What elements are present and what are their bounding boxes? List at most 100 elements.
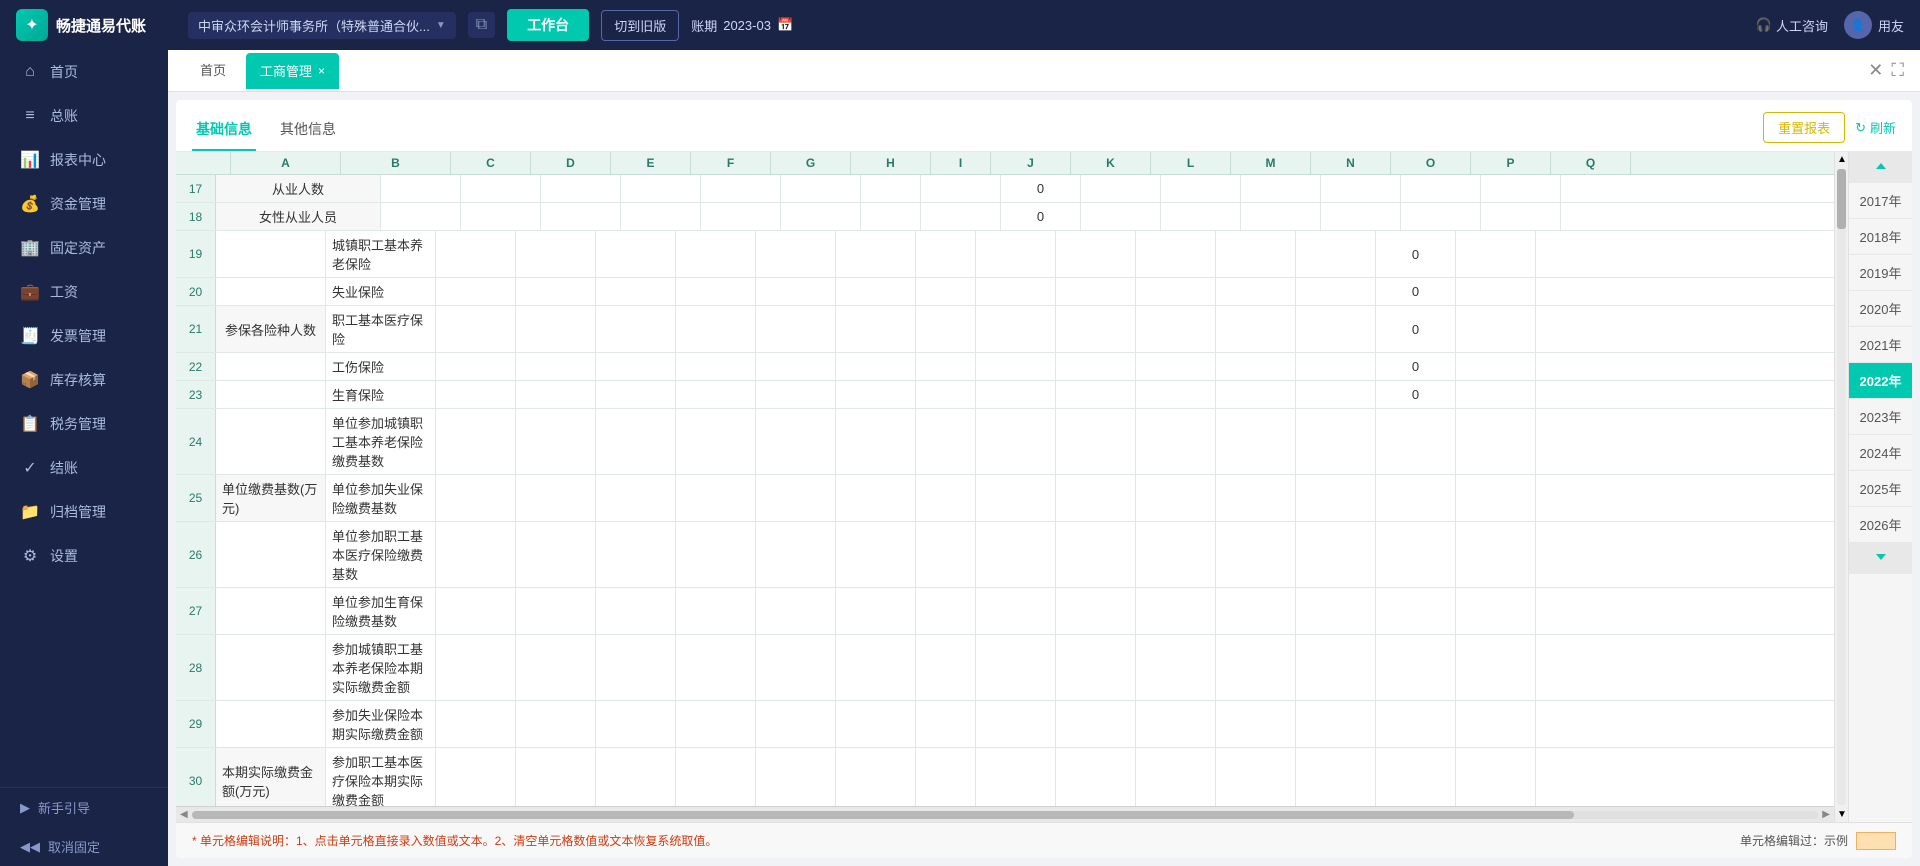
scroll-right-arrow[interactable]: ▶: [1822, 809, 1830, 820]
sidebar-item-tax[interactable]: 📋 税务管理: [0, 402, 168, 446]
grid-cell[interactable]: [436, 522, 516, 587]
grid-cell[interactable]: [756, 701, 836, 747]
sidebar-item-reports[interactable]: 📊 报表中心: [0, 138, 168, 182]
grid-cell[interactable]: [1081, 175, 1161, 202]
grid-cell[interactable]: [676, 409, 756, 474]
grid-cell[interactable]: [756, 475, 836, 521]
grid-cell[interactable]: [1296, 588, 1376, 634]
grid-cell[interactable]: [916, 381, 976, 408]
grid-cell[interactable]: 从业人数: [216, 175, 381, 202]
grid-cell[interactable]: [1216, 748, 1296, 806]
grid-cell[interactable]: [516, 475, 596, 521]
grid-cell[interactable]: [216, 409, 326, 474]
grid-cell[interactable]: 失业保险: [326, 278, 436, 305]
grid-cell[interactable]: [1376, 701, 1456, 747]
scroll-track[interactable]: [1837, 169, 1846, 805]
grid-cell[interactable]: [516, 635, 596, 700]
grid-cell[interactable]: [461, 175, 541, 202]
grid-cell[interactable]: [436, 278, 516, 305]
grid-cell[interactable]: 参加职工基本医疗保险本期实际缴费金额: [326, 748, 436, 806]
grid-cell[interactable]: [1296, 748, 1376, 806]
grid-cell[interactable]: [516, 748, 596, 806]
grid-cell[interactable]: [1216, 381, 1296, 408]
sidebar-item-assets[interactable]: 🏢 固定资产: [0, 226, 168, 270]
grid-cell[interactable]: [676, 278, 756, 305]
grid-cell[interactable]: [976, 381, 1056, 408]
year-item-2026[interactable]: 2026年: [1849, 507, 1912, 543]
grid-cell[interactable]: [916, 522, 976, 587]
grid-cell[interactable]: [676, 701, 756, 747]
grid-cell[interactable]: [1056, 635, 1136, 700]
grid-cell[interactable]: [976, 278, 1056, 305]
grid-cell[interactable]: 0: [1001, 175, 1081, 202]
grid-cell[interactable]: [596, 278, 676, 305]
grid-cell[interactable]: [1296, 381, 1376, 408]
grid-cell[interactable]: 工伤保险: [326, 353, 436, 380]
grid-cell[interactable]: [836, 701, 916, 747]
new-user-guide-button[interactable]: ▶ 新手引导: [0, 788, 168, 827]
tab-basic-info[interactable]: 基础信息: [192, 113, 256, 151]
year-nav-up-button[interactable]: [1849, 152, 1912, 183]
grid-cell[interactable]: [596, 409, 676, 474]
grid-cell[interactable]: [1456, 588, 1536, 634]
sidebar-item-settings[interactable]: ⚙ 设置: [0, 534, 168, 578]
grid-cell[interactable]: [836, 475, 916, 521]
grid-cell[interactable]: 0: [1376, 231, 1456, 277]
grid-cell[interactable]: [976, 748, 1056, 806]
grid-cell[interactable]: [541, 175, 621, 202]
grid-cell[interactable]: [1296, 635, 1376, 700]
grid-cell[interactable]: [516, 353, 596, 380]
grid-cell[interactable]: 0: [1376, 306, 1456, 352]
sidebar-item-invoice[interactable]: 🧾 发票管理: [0, 314, 168, 358]
grid-cell[interactable]: [676, 475, 756, 521]
year-nav-down-button[interactable]: [1849, 543, 1912, 574]
grid-cell[interactable]: [1296, 231, 1376, 277]
grid-cell[interactable]: 0: [1001, 203, 1081, 230]
grid-cell[interactable]: [1376, 522, 1456, 587]
grid-cell[interactable]: [516, 306, 596, 352]
grid-cell[interactable]: [1481, 175, 1561, 202]
grid-cell[interactable]: [216, 701, 326, 747]
grid-cell[interactable]: [1456, 635, 1536, 700]
grid-cell[interactable]: [1136, 353, 1216, 380]
grid-cell[interactable]: [381, 175, 461, 202]
grid-cell[interactable]: [516, 409, 596, 474]
grid-cell[interactable]: [836, 635, 916, 700]
grid-cell[interactable]: [976, 635, 1056, 700]
grid-cell[interactable]: [1296, 409, 1376, 474]
scroll-down-arrow[interactable]: ▼: [1835, 807, 1848, 822]
grid-cell[interactable]: [1401, 175, 1481, 202]
grid-cell[interactable]: [976, 231, 1056, 277]
year-item-2017[interactable]: 2017年: [1849, 183, 1912, 219]
grid-cell[interactable]: 参加城镇职工基本养老保险本期实际缴费金额: [326, 635, 436, 700]
grid-cell[interactable]: [756, 588, 836, 634]
grid-cell[interactable]: [596, 353, 676, 380]
year-item-2020[interactable]: 2020年: [1849, 291, 1912, 327]
grid-cell[interactable]: [976, 475, 1056, 521]
sidebar-item-close[interactable]: ✓ 结账: [0, 446, 168, 490]
grid-cell[interactable]: [1216, 409, 1296, 474]
grid-cell[interactable]: [216, 278, 326, 305]
grid-cell[interactable]: [1056, 588, 1136, 634]
workbench-button[interactable]: 工作台: [507, 9, 589, 41]
grid-cell[interactable]: [436, 409, 516, 474]
grid-cell[interactable]: [1456, 381, 1536, 408]
grid-cell[interactable]: [756, 748, 836, 806]
grid-cell[interactable]: [1216, 353, 1296, 380]
grid-cell[interactable]: [976, 353, 1056, 380]
grid-cell[interactable]: [916, 701, 976, 747]
grid-cell[interactable]: [621, 175, 701, 202]
grid-cell[interactable]: [1056, 353, 1136, 380]
grid-cell[interactable]: [916, 278, 976, 305]
grid-cell[interactable]: [1056, 475, 1136, 521]
grid-cell[interactable]: [676, 522, 756, 587]
grid-cell[interactable]: [916, 588, 976, 634]
grid-cell[interactable]: [1216, 635, 1296, 700]
grid-cell[interactable]: [1456, 475, 1536, 521]
grid-cell[interactable]: 0: [1376, 278, 1456, 305]
grid-cell[interactable]: [1456, 306, 1536, 352]
scroll-up-arrow[interactable]: ▲: [1835, 152, 1848, 167]
grid-cell[interactable]: [756, 635, 836, 700]
grid-cell[interactable]: [1401, 203, 1481, 230]
grid-cell[interactable]: [756, 522, 836, 587]
